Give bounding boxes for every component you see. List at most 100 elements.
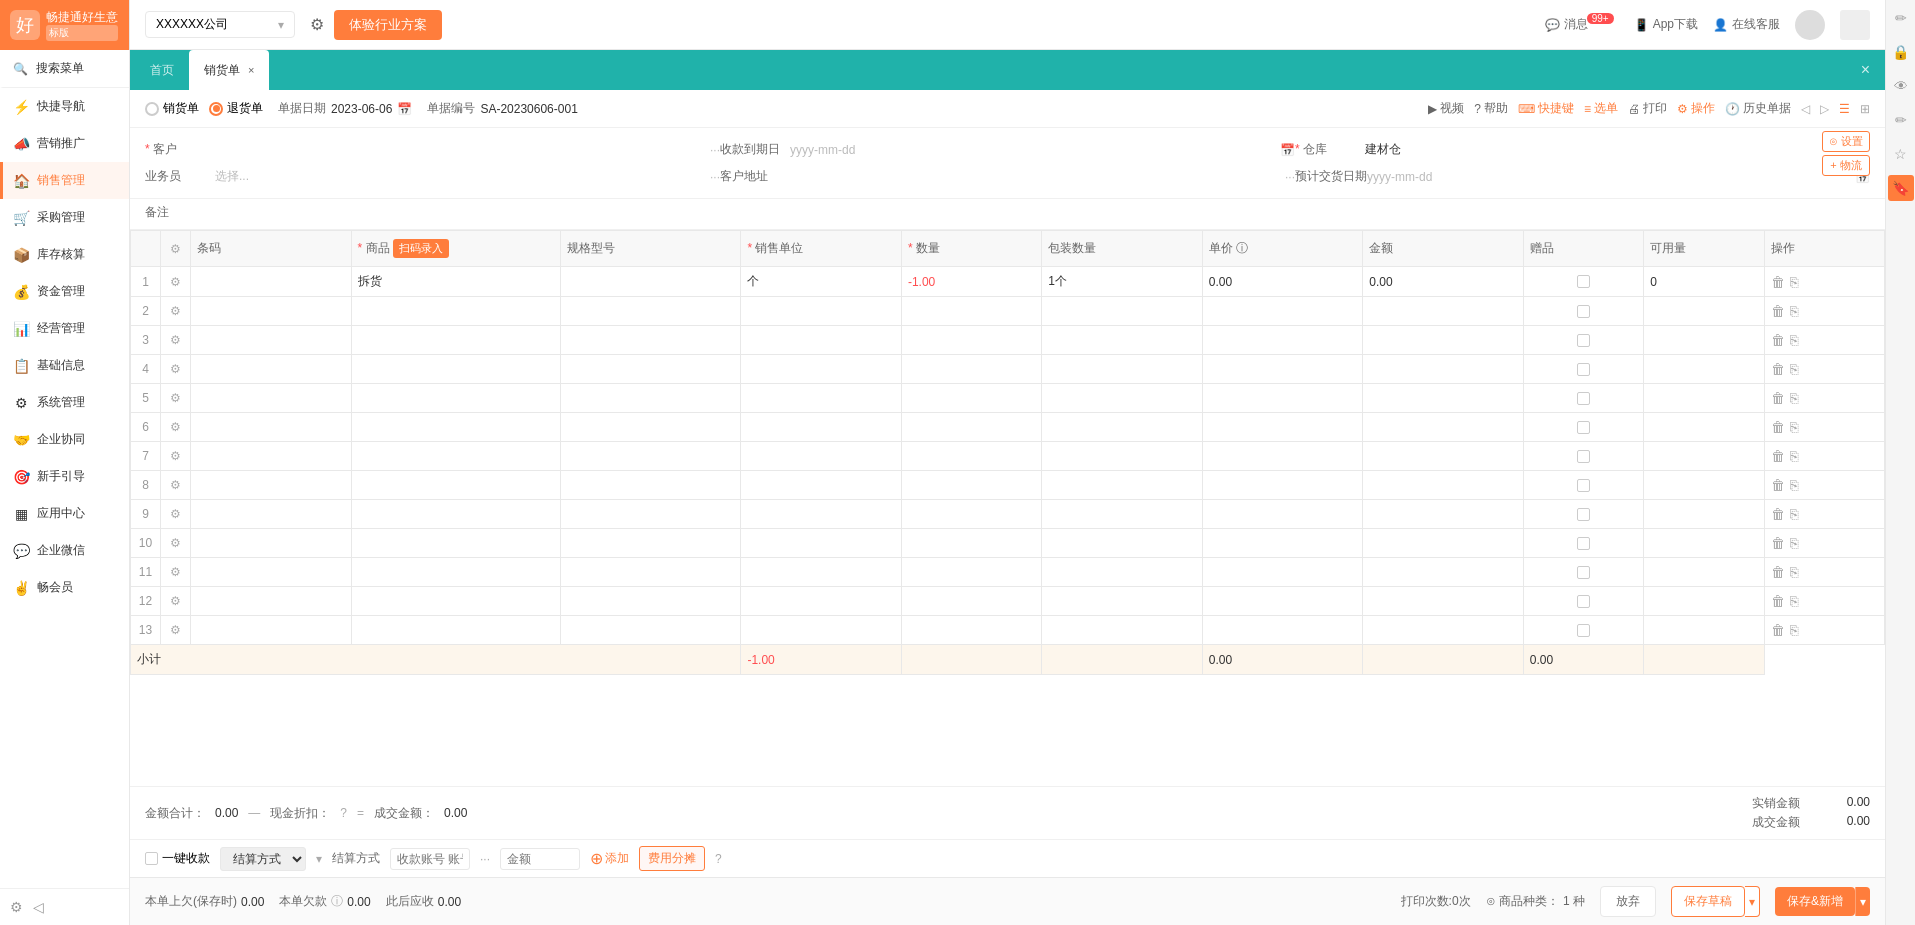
row-unit[interactable]: [741, 587, 902, 616]
copy-icon[interactable]: ⎘: [1790, 303, 1798, 319]
row-gift[interactable]: [1523, 529, 1643, 558]
row-product[interactable]: [351, 558, 560, 587]
delete-icon[interactable]: 🗑: [1771, 506, 1785, 522]
save-draft-dropdown-btn[interactable]: ▾: [1745, 886, 1760, 917]
tab-home[interactable]: 首页: [135, 50, 189, 90]
copy-icon[interactable]: ⎘: [1790, 332, 1798, 348]
row-spec[interactable]: [560, 355, 741, 384]
avatar-placeholder[interactable]: [1840, 10, 1870, 40]
fee-help-icon[interactable]: ?: [715, 852, 722, 866]
row-product[interactable]: [351, 587, 560, 616]
row-pack[interactable]: [1042, 355, 1203, 384]
row-spec[interactable]: [560, 267, 741, 297]
online-service-btn[interactable]: 👤 在线客服: [1713, 16, 1780, 33]
add-payment-button[interactable]: ⊕ 添加: [590, 849, 629, 868]
sidebar-item-marketing[interactable]: 📣 营销推广: [0, 125, 129, 162]
row-amount[interactable]: [1363, 384, 1524, 413]
receipt-date-value[interactable]: yyyy-mm-dd: [790, 143, 1276, 157]
row-barcode[interactable]: [191, 529, 352, 558]
tab-close-all-icon[interactable]: ×: [1861, 61, 1880, 79]
row-unit[interactable]: [741, 500, 902, 529]
row-pack[interactable]: [1042, 471, 1203, 500]
row-product[interactable]: [351, 355, 560, 384]
total-due-help[interactable]: ⓘ: [331, 893, 343, 910]
row-spec[interactable]: [560, 529, 741, 558]
row-price[interactable]: [1202, 384, 1363, 413]
row-amount[interactable]: [1363, 326, 1524, 355]
row-spec[interactable]: [560, 326, 741, 355]
delete-icon[interactable]: 🗑: [1771, 361, 1785, 377]
row-spec[interactable]: [560, 587, 741, 616]
discount-help-icon[interactable]: ?: [340, 806, 347, 820]
nav-next-icon[interactable]: ▷: [1820, 102, 1829, 116]
row-barcode[interactable]: [191, 413, 352, 442]
row-product[interactable]: [351, 471, 560, 500]
row-price[interactable]: [1202, 616, 1363, 645]
row-product[interactable]: [351, 326, 560, 355]
scan-button[interactable]: 扫码录入: [393, 239, 449, 258]
row-spec[interactable]: [560, 471, 741, 500]
row-price[interactable]: [1202, 587, 1363, 616]
row-spec[interactable]: [560, 616, 741, 645]
delete-icon[interactable]: 🗑: [1771, 390, 1785, 406]
row-gift[interactable]: [1523, 471, 1643, 500]
row-pack[interactable]: [1042, 529, 1203, 558]
row-product[interactable]: [351, 529, 560, 558]
sidebar-item-collab[interactable]: 🤝 企业协同: [0, 421, 129, 458]
row-price[interactable]: [1202, 500, 1363, 529]
delete-icon[interactable]: 🗑: [1771, 535, 1785, 551]
delete-icon[interactable]: 🗑: [1771, 564, 1785, 580]
row-gift[interactable]: [1523, 616, 1643, 645]
row-spec[interactable]: [560, 442, 741, 471]
row-price[interactable]: [1202, 355, 1363, 384]
sidebar-item-finance[interactable]: 💰 资金管理: [0, 273, 129, 310]
row-pack[interactable]: [1042, 558, 1203, 587]
row-unit[interactable]: [741, 355, 902, 384]
sidebar-item-basic-info[interactable]: 📋 基础信息: [0, 347, 129, 384]
radio-sales[interactable]: 销货单: [145, 100, 199, 117]
customer-dots[interactable]: ···: [710, 143, 720, 157]
delete-icon[interactable]: 🗑: [1771, 477, 1785, 493]
row-amount[interactable]: [1363, 355, 1524, 384]
row-spec[interactable]: [560, 413, 741, 442]
sidebar-item-business[interactable]: 📊 经营管理: [0, 310, 129, 347]
row-gift[interactable]: [1523, 326, 1643, 355]
row-barcode[interactable]: [191, 471, 352, 500]
fee-split-button[interactable]: 费用分摊: [639, 846, 705, 871]
row-amount[interactable]: 0.00: [1363, 267, 1524, 297]
row-barcode[interactable]: [191, 326, 352, 355]
row-price[interactable]: [1202, 558, 1363, 587]
row-gift[interactable]: [1523, 558, 1643, 587]
row-qty[interactable]: [901, 558, 1041, 587]
row-pack[interactable]: [1042, 384, 1203, 413]
row-barcode[interactable]: [191, 442, 352, 471]
row-product[interactable]: [351, 297, 560, 326]
save-draft-button[interactable]: 保存草稿: [1671, 886, 1745, 917]
copy-icon[interactable]: ⎘: [1790, 361, 1798, 377]
row-product[interactable]: [351, 413, 560, 442]
row-price[interactable]: [1202, 413, 1363, 442]
nav-prev-icon[interactable]: ◁: [1801, 102, 1810, 116]
salesperson-dots[interactable]: ···: [710, 170, 720, 184]
row-pack[interactable]: [1042, 326, 1203, 355]
sidebar-search[interactable]: 🔍 搜索菜单: [0, 50, 129, 88]
row-barcode[interactable]: [191, 616, 352, 645]
radio-return[interactable]: 退货单: [209, 100, 263, 117]
row-product[interactable]: [351, 442, 560, 471]
payment-dots[interactable]: ···: [480, 852, 490, 866]
copy-icon[interactable]: ⎘: [1790, 390, 1798, 406]
row-amount[interactable]: [1363, 529, 1524, 558]
copy-icon[interactable]: ⎘: [1790, 506, 1798, 522]
delete-icon[interactable]: 🗑: [1771, 448, 1785, 464]
row-gift[interactable]: [1523, 500, 1643, 529]
th-gear[interactable]: ⚙: [161, 231, 191, 267]
row-qty[interactable]: [901, 587, 1041, 616]
row-qty[interactable]: [901, 384, 1041, 413]
row-barcode[interactable]: [191, 297, 352, 326]
history-btn[interactable]: 🕐 历史单据: [1725, 100, 1791, 117]
promo-button[interactable]: 体验行业方案: [334, 10, 442, 40]
right-panel-icon-5[interactable]: ☆: [1888, 141, 1914, 167]
ops-btn[interactable]: ⚙ 操作: [1677, 100, 1715, 117]
discard-button[interactable]: 放弃: [1600, 886, 1656, 917]
row-qty[interactable]: [901, 442, 1041, 471]
